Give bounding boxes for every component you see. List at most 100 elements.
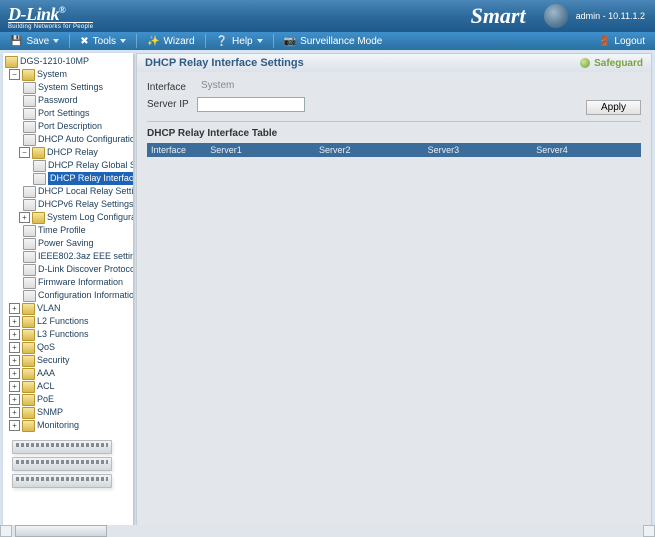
tree-cat-acl[interactable]: +ACL — [5, 380, 131, 393]
folder-icon — [22, 69, 35, 81]
tree-root[interactable]: DGS-1210-10MP — [5, 55, 131, 68]
device-illustration — [12, 437, 112, 497]
tree-item-dhcp-auto[interactable]: DHCP Auto Configuration — [5, 133, 131, 146]
tree-cat-vlan[interactable]: +VLAN — [5, 302, 131, 315]
col-server2: Server2 — [315, 143, 424, 157]
brand-logo: D-Link® Building Networks for People — [0, 1, 101, 32]
table-header-row: Interface Server1 Server2 Server3 Server… — [147, 143, 641, 157]
page-icon — [23, 277, 36, 289]
col-server4: Server4 — [532, 143, 641, 157]
folder-icon — [32, 212, 45, 224]
scroll-thumb[interactable] — [15, 525, 107, 537]
expand-icon[interactable]: + — [9, 394, 20, 405]
horizontal-scrollbar[interactable] — [0, 525, 655, 537]
menu-tools[interactable]: ✖Tools — [70, 36, 136, 47]
page-icon — [23, 82, 36, 94]
menu-save[interactable]: 💾Save — [0, 36, 69, 47]
expand-icon[interactable]: + — [9, 420, 20, 431]
expand-icon[interactable]: + — [9, 368, 20, 379]
page-header: DHCP Relay Interface Settings Safeguard — [137, 54, 651, 72]
folder-icon — [5, 56, 18, 68]
page-icon — [33, 160, 46, 172]
folder-icon — [22, 342, 35, 354]
nav-tree[interactable]: DGS-1210-10MP −System System Settings Pa… — [3, 53, 133, 534]
tools-icon: ✖ — [80, 36, 88, 47]
tree-item-dhcp-relay[interactable]: −DHCP Relay — [5, 146, 131, 159]
tree-cat-security[interactable]: +Security — [5, 354, 131, 367]
tree-item-dhcp-local-relay[interactable]: DHCP Local Relay Settings — [5, 185, 131, 198]
expand-icon[interactable]: + — [9, 316, 20, 327]
interface-value: System — [197, 80, 305, 94]
page-title: DHCP Relay Interface Settings — [145, 57, 304, 69]
tree-item-port-description[interactable]: Port Description — [5, 120, 131, 133]
logout-icon: 🚪 — [598, 36, 610, 47]
wizard-icon: ✨ — [147, 36, 159, 47]
expand-icon[interactable]: + — [19, 212, 30, 223]
safeguard-icon — [580, 58, 590, 68]
scroll-left-button[interactable] — [0, 525, 12, 537]
expand-icon[interactable]: + — [9, 303, 20, 314]
tree-cat-qos[interactable]: +QoS — [5, 341, 131, 354]
tree-item-dhcp-relay-interface[interactable]: DHCP Relay Interface Sett — [5, 172, 131, 185]
serverip-label: Server IP — [147, 99, 197, 110]
tree-item-config-info[interactable]: Configuration Information — [5, 289, 131, 302]
menu-surveillance[interactable]: 📷Surveillance Mode — [274, 36, 393, 47]
tree-item-syslog[interactable]: +System Log Configuration — [5, 211, 131, 224]
col-interface: Interface — [147, 143, 206, 157]
collapse-icon[interactable]: − — [19, 147, 30, 158]
tree-system[interactable]: −System — [5, 68, 131, 81]
tree-cat-l3[interactable]: +L3 Functions — [5, 328, 131, 341]
page-icon — [23, 264, 36, 276]
tree-item-dhcp-relay-global[interactable]: DHCP Relay Global Setting — [5, 159, 131, 172]
collapse-icon[interactable]: − — [9, 69, 20, 80]
page-icon — [33, 173, 46, 185]
tree-cat-aaa[interactable]: +AAA — [5, 367, 131, 380]
scroll-right-button[interactable] — [643, 525, 655, 537]
tree-cat-l2[interactable]: +L2 Functions — [5, 315, 131, 328]
col-server1: Server1 — [206, 143, 315, 157]
tree-item-power-saving[interactable]: Power Saving — [5, 237, 131, 250]
tree-cat-monitoring[interactable]: +Monitoring — [5, 419, 131, 432]
page-icon — [23, 238, 36, 250]
help-icon: ❔ — [216, 36, 228, 47]
save-icon: 💾 — [10, 36, 22, 47]
main-panel: DHCP Relay Interface Settings Safeguard … — [136, 53, 652, 534]
tree-item-firmware-info[interactable]: Firmware Information — [5, 276, 131, 289]
user-label: admin - 10.11.1.2 — [576, 11, 645, 21]
avatar — [544, 4, 568, 28]
menu-wizard[interactable]: ✨Wizard — [137, 36, 205, 47]
brand-name: D-Link — [8, 4, 59, 24]
tree-item-dhcpv6-relay[interactable]: DHCPv6 Relay Settings — [5, 198, 131, 211]
surveillance-icon: 📷 — [284, 36, 296, 47]
expand-icon[interactable]: + — [9, 342, 20, 353]
divider — [147, 121, 641, 122]
expand-icon[interactable]: + — [9, 407, 20, 418]
top-banner: D-Link® Building Networks for People Sma… — [0, 0, 655, 32]
menu-logout[interactable]: 🚪Logout — [588, 36, 655, 47]
expand-icon[interactable]: + — [9, 381, 20, 392]
tree-item-ddp[interactable]: D-Link Discover Protocol — [5, 263, 131, 276]
tree-cat-poe[interactable]: +PoE — [5, 393, 131, 406]
page-icon — [23, 134, 36, 146]
caret-icon — [53, 39, 59, 43]
folder-icon — [22, 355, 35, 367]
tree-item-system-settings[interactable]: System Settings — [5, 81, 131, 94]
serverip-input[interactable] — [197, 97, 305, 112]
page-icon — [23, 199, 36, 211]
brand-style: Smart — [471, 3, 526, 29]
folder-icon — [22, 368, 35, 380]
tree-item-password[interactable]: Password — [5, 94, 131, 107]
page-icon — [23, 121, 36, 133]
tree-item-eee[interactable]: IEEE802.3az EEE settings — [5, 250, 131, 263]
tree-item-time-profile[interactable]: Time Profile — [5, 224, 131, 237]
expand-icon[interactable]: + — [9, 355, 20, 366]
table-title: DHCP Relay Interface Table — [147, 128, 641, 139]
col-server3: Server3 — [424, 143, 533, 157]
page-icon — [23, 290, 36, 302]
menu-help[interactable]: ❔Help — [206, 36, 273, 47]
tree-cat-snmp[interactable]: +SNMP — [5, 406, 131, 419]
expand-icon[interactable]: + — [9, 329, 20, 340]
caret-icon — [257, 39, 263, 43]
apply-button[interactable]: Apply — [586, 100, 641, 115]
tree-item-port-settings[interactable]: Port Settings — [5, 107, 131, 120]
